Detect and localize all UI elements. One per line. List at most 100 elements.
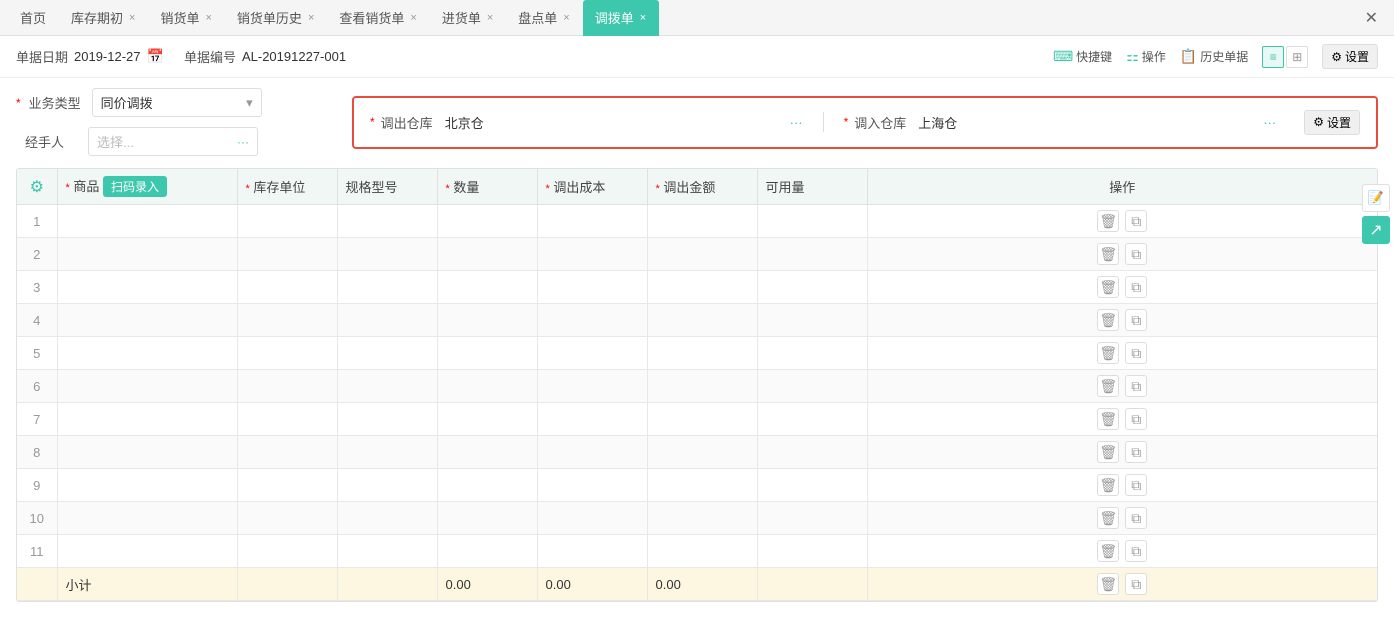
tab-view-sales-close[interactable]: × <box>410 12 416 24</box>
row-amount <box>647 502 757 535</box>
delete-row-btn[interactable]: 🗑 <box>1097 276 1119 298</box>
tab-transfer[interactable]: 调拨单 × <box>583 0 659 36</box>
copy-row-btn[interactable]: ⧉ <box>1125 507 1147 529</box>
subtotal-delete-btn[interactable]: 🗑 <box>1097 573 1119 595</box>
scan-button[interactable]: 扫码录入 <box>103 176 167 197</box>
header-row: 单据日期 2019-12-27 📅 单据编号 AL-20191227-001 ⌨… <box>0 36 1394 78</box>
delete-row-btn[interactable]: 🗑 <box>1097 507 1119 529</box>
table-row: 3 🗑 ⧉ <box>17 271 1377 304</box>
table-row: 10 🗑 ⧉ <box>17 502 1377 535</box>
tab-sales-order[interactable]: 销货单 × <box>148 0 224 36</box>
view-toggle[interactable]: ≡ ⊞ <box>1262 46 1308 68</box>
copy-row-btn[interactable]: ⧉ <box>1125 243 1147 265</box>
delete-row-btn[interactable]: 🗑 <box>1097 309 1119 331</box>
required-star-out: * <box>370 115 375 129</box>
col-qty-label: 数量 <box>453 180 479 195</box>
row-goods[interactable] <box>57 337 237 370</box>
row-goods[interactable] <box>57 436 237 469</box>
delete-row-btn[interactable]: 🗑 <box>1097 441 1119 463</box>
copy-row-btn[interactable]: ⧉ <box>1125 474 1147 496</box>
handler-input[interactable]: 选择... ··· <box>88 127 258 156</box>
row-cost <box>537 238 647 271</box>
export-btn[interactable]: ↗ <box>1362 216 1390 244</box>
settings-button[interactable]: ⚙ 设置 <box>1322 44 1378 69</box>
row-goods[interactable] <box>57 535 237 568</box>
tab-sales-history[interactable]: 销货单历史 × <box>225 0 327 36</box>
history-action[interactable]: 📋 历史单据 <box>1180 48 1248 65</box>
business-type-field: * 业务类型 同价调拨 ▾ <box>16 88 336 117</box>
tab-transfer-close[interactable]: × <box>640 12 646 24</box>
tab-purchase-order-close[interactable]: × <box>487 12 493 24</box>
window-close-button[interactable]: ✕ <box>1357 4 1386 32</box>
operation-action[interactable]: ⚏ 操作 <box>1126 48 1166 65</box>
tab-sales-order-close[interactable]: × <box>205 12 211 24</box>
col-amount-label: 调出金额 <box>663 180 715 195</box>
in-warehouse-more-btn[interactable]: ··· <box>1263 115 1276 130</box>
copy-row-btn[interactable]: ⧉ <box>1125 441 1147 463</box>
row-qty <box>437 304 537 337</box>
delete-row-btn[interactable]: 🗑 <box>1097 243 1119 265</box>
row-num: 6 <box>17 370 57 403</box>
row-goods[interactable] <box>57 205 237 238</box>
copy-row-btn[interactable]: ⧉ <box>1125 309 1147 331</box>
row-goods[interactable] <box>57 403 237 436</box>
row-goods[interactable] <box>57 304 237 337</box>
list-view-btn[interactable]: ≡ <box>1262 46 1284 68</box>
warehouse-settings-button[interactable]: ⚙ 设置 <box>1304 110 1360 135</box>
tab-purchase-order[interactable]: 进货单 × <box>430 0 506 36</box>
tab-inventory-init-close[interactable]: × <box>129 12 135 24</box>
tab-sales-history-close[interactable]: × <box>308 12 314 24</box>
row-cost <box>537 436 647 469</box>
tab-home[interactable]: 首页 <box>8 0 59 36</box>
tab-view-sales[interactable]: 查看销货单 × <box>327 0 429 36</box>
grid-view-btn[interactable]: ⊞ <box>1286 46 1308 68</box>
row-num: 10 <box>17 502 57 535</box>
row-qty <box>437 436 537 469</box>
notes-btn[interactable]: 📝 <box>1362 184 1390 212</box>
row-goods[interactable] <box>57 271 237 304</box>
delete-row-btn[interactable]: 🗑 <box>1097 210 1119 232</box>
form-row: * 业务类型 同价调拨 ▾ 经手人 选择... ··· * 调出仓库 北京仓 <box>16 88 1378 156</box>
warehouse-section: * 调出仓库 北京仓 ··· * 调入仓库 上海仓 ··· ⚙ 设置 <box>352 96 1378 149</box>
subtotal-copy-btn[interactable]: ⧉ <box>1125 573 1147 595</box>
copy-row-btn[interactable]: ⧉ <box>1125 210 1147 232</box>
copy-row-btn[interactable]: ⧉ <box>1125 375 1147 397</box>
business-type-input[interactable]: 同价调拨 ▾ <box>92 88 262 117</box>
handler-field: 经手人 选择... ··· <box>16 127 336 156</box>
row-cost <box>537 403 647 436</box>
row-available <box>757 304 867 337</box>
delete-row-btn[interactable]: 🗑 <box>1097 474 1119 496</box>
row-goods[interactable] <box>57 502 237 535</box>
delete-row-btn[interactable]: 🗑 <box>1097 375 1119 397</box>
row-amount <box>647 535 757 568</box>
delete-row-btn[interactable]: 🗑 <box>1097 342 1119 364</box>
delete-row-btn[interactable]: 🗑 <box>1097 408 1119 430</box>
out-warehouse-value: 北京仓 <box>445 113 484 132</box>
calendar-icon[interactable]: 📅 <box>147 48 164 65</box>
tab-inventory-init[interactable]: 库存期初 × <box>59 0 148 36</box>
tab-inventory-check-close[interactable]: × <box>563 12 569 24</box>
handler-more-btn[interactable]: ··· <box>237 135 249 149</box>
tab-inventory-check[interactable]: 盘点单 × <box>506 0 582 36</box>
gear-icon[interactable]: ⚙ <box>30 179 44 196</box>
out-warehouse-more-btn[interactable]: ··· <box>790 115 803 130</box>
copy-row-btn[interactable]: ⧉ <box>1125 408 1147 430</box>
copy-row-btn[interactable]: ⧉ <box>1125 276 1147 298</box>
row-cost <box>537 535 647 568</box>
subtotal-spacer3 <box>337 568 437 601</box>
business-type-dropdown-arrow[interactable]: ▾ <box>246 95 253 111</box>
row-unit <box>237 370 337 403</box>
delete-row-btn[interactable]: 🗑 <box>1097 540 1119 562</box>
row-goods[interactable] <box>57 238 237 271</box>
business-type-label: 业务类型 <box>29 93 84 112</box>
row-goods[interactable] <box>57 370 237 403</box>
copy-row-btn[interactable]: ⧉ <box>1125 342 1147 364</box>
row-available <box>757 403 867 436</box>
number-field: 单据编号 AL-20191227-001 <box>184 47 346 66</box>
copy-row-btn[interactable]: ⧉ <box>1125 540 1147 562</box>
shortcut-action[interactable]: ⌨ 快捷键 <box>1053 48 1112 65</box>
table-row: 1 🗑 ⧉ <box>17 205 1377 238</box>
row-qty <box>437 271 537 304</box>
row-goods[interactable] <box>57 469 237 502</box>
row-unit <box>237 469 337 502</box>
